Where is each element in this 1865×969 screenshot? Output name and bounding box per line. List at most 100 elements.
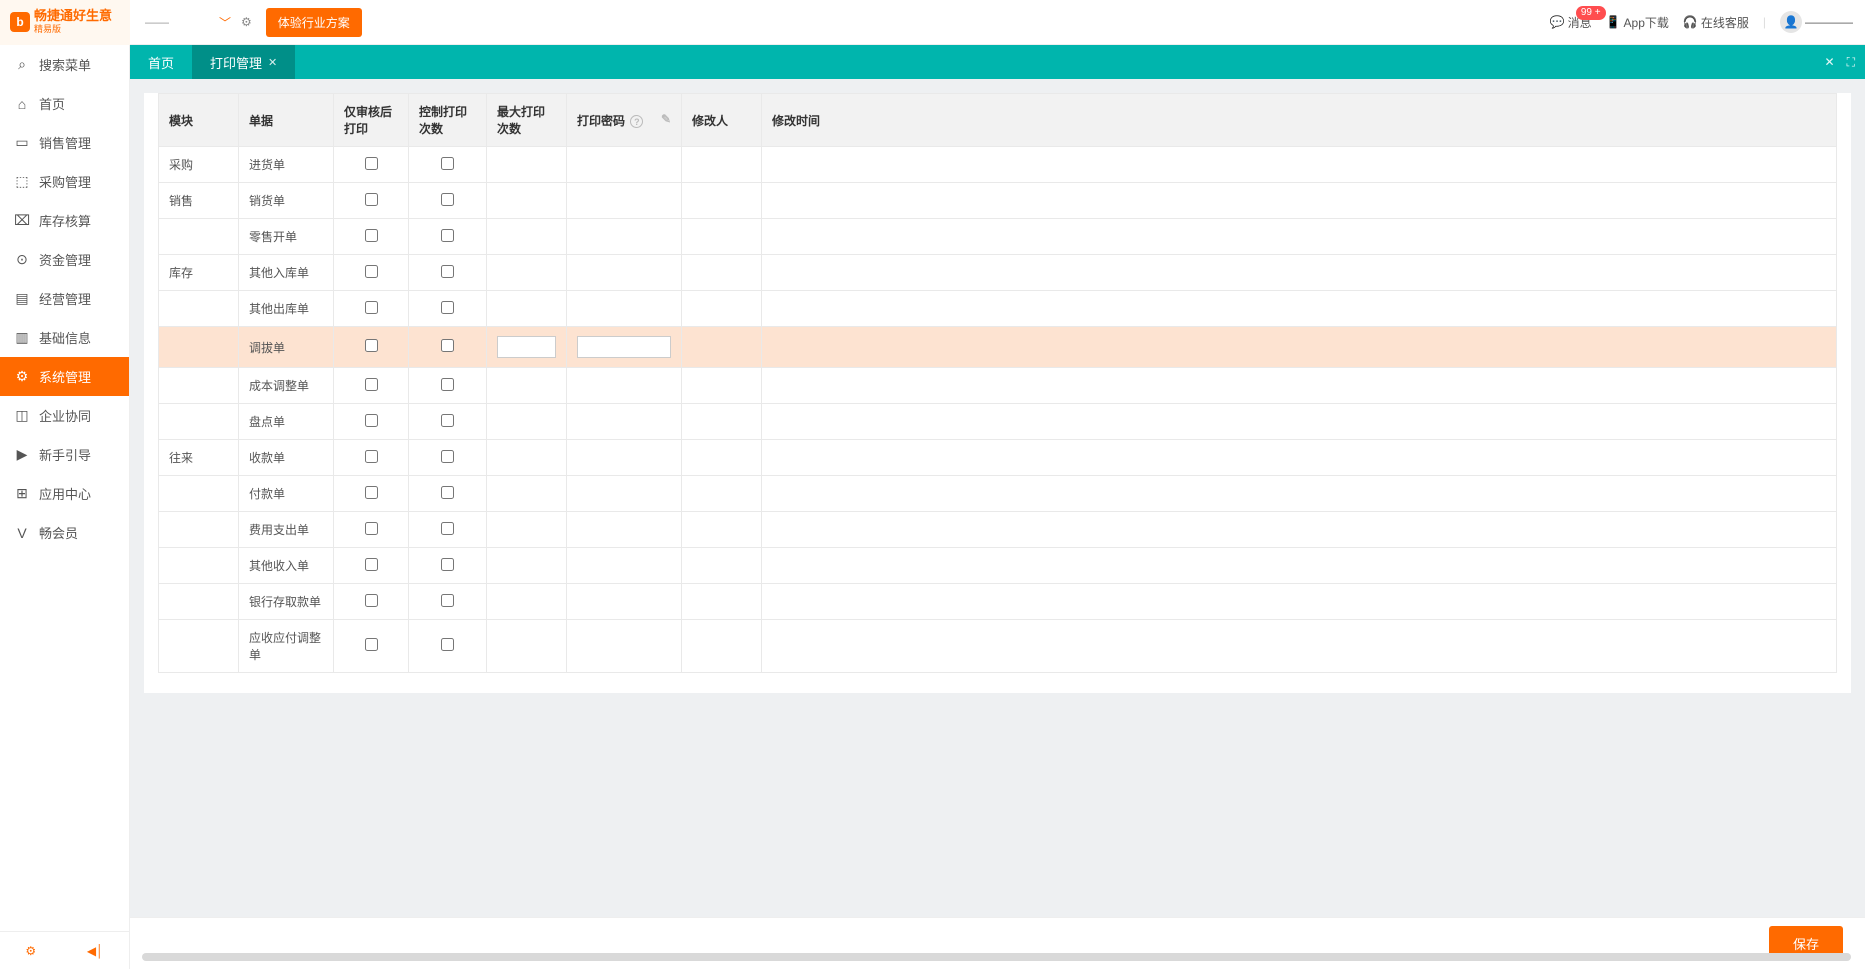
cell-max — [487, 440, 567, 476]
sidebar-item-icon: ⚙ — [14, 369, 30, 385]
ctrl-checkbox[interactable] — [441, 378, 454, 391]
user-menu[interactable]: 👤 ———— — [1780, 11, 1853, 33]
ctrl-checkbox[interactable] — [441, 558, 454, 571]
tab-0[interactable]: 首页 — [130, 45, 192, 79]
sidebar-item-3[interactable]: ⬚采购管理 — [0, 162, 129, 201]
cell-time — [762, 219, 1837, 255]
cell-ctrl — [409, 404, 487, 440]
cell-audit — [334, 291, 409, 327]
cell-audit — [334, 584, 409, 620]
cell-max — [487, 368, 567, 404]
help-icon[interactable]: ? — [630, 115, 643, 128]
print-password-input[interactable] — [577, 336, 671, 358]
sidebar-item-6[interactable]: ▤经营管理 — [0, 279, 129, 318]
cell-pwd — [567, 584, 682, 620]
ctrl-checkbox[interactable] — [441, 450, 454, 463]
audit-checkbox[interactable] — [365, 450, 378, 463]
tenant-selector[interactable]: —— ﹀ — [145, 14, 231, 31]
cell-time — [762, 404, 1837, 440]
messages-link[interactable]: 💬 消息 99 + — [1550, 14, 1592, 31]
cell-time — [762, 327, 1837, 368]
ctrl-checkbox[interactable] — [441, 265, 454, 278]
ctrl-checkbox[interactable] — [441, 229, 454, 242]
cell-time — [762, 584, 1837, 620]
sidebar-item-label: 经营管理 — [39, 289, 91, 308]
cell-time — [762, 147, 1837, 183]
ctrl-checkbox[interactable] — [441, 339, 454, 352]
sidebar-item-icon: ⊞ — [14, 486, 30, 502]
tab-close-icon[interactable]: ✕ — [268, 56, 277, 69]
audit-checkbox[interactable] — [365, 157, 378, 170]
ctrl-checkbox[interactable] — [441, 486, 454, 499]
audit-checkbox[interactable] — [365, 414, 378, 427]
sidebar-item-label: 库存核算 — [39, 211, 91, 230]
sidebar-item-11[interactable]: ⊞应用中心 — [0, 474, 129, 513]
settings-icon[interactable]: ⚙ — [241, 15, 252, 29]
cell-pwd — [567, 219, 682, 255]
sidebar-settings-icon[interactable]: ⚙ — [25, 944, 36, 958]
cell-user — [682, 476, 762, 512]
sidebar-collapse-icon[interactable]: ◀│ — [87, 944, 104, 958]
ctrl-checkbox[interactable] — [441, 594, 454, 607]
cell-audit — [334, 327, 409, 368]
cell-pwd — [567, 404, 682, 440]
audit-checkbox[interactable] — [365, 522, 378, 535]
sidebar-item-9[interactable]: ◫企业协同 — [0, 396, 129, 435]
cell-time — [762, 620, 1837, 673]
cell-module — [159, 548, 239, 584]
cell-doc: 其他出库单 — [239, 291, 334, 327]
audit-checkbox[interactable] — [365, 594, 378, 607]
sidebar-item-2[interactable]: ▭销售管理 — [0, 123, 129, 162]
sidebar-item-1[interactable]: ⌂首页 — [0, 84, 129, 123]
horizontal-scrollbar[interactable] — [142, 953, 1851, 961]
cell-time — [762, 255, 1837, 291]
ctrl-checkbox[interactable] — [441, 638, 454, 651]
cell-user — [682, 219, 762, 255]
edit-icon[interactable]: ✎ — [661, 112, 671, 126]
ctrl-checkbox[interactable] — [441, 301, 454, 314]
sidebar-footer: ⚙ ◀│ — [0, 931, 129, 969]
cell-ctrl — [409, 440, 487, 476]
audit-checkbox[interactable] — [365, 301, 378, 314]
sidebar-item-8[interactable]: ⚙系统管理 — [0, 357, 129, 396]
cell-time — [762, 368, 1837, 404]
user-name: ———— — [1805, 15, 1853, 29]
cell-time — [762, 440, 1837, 476]
audit-checkbox[interactable] — [365, 558, 378, 571]
ctrl-checkbox[interactable] — [441, 414, 454, 427]
audit-checkbox[interactable] — [365, 229, 378, 242]
tab-close-all-icon[interactable]: ✕ — [1825, 55, 1835, 69]
tab-1[interactable]: 打印管理✕ — [192, 45, 295, 79]
audit-checkbox[interactable] — [365, 339, 378, 352]
table-row: 调拔单 — [159, 327, 1837, 368]
audit-checkbox[interactable] — [365, 486, 378, 499]
ctrl-checkbox[interactable] — [441, 157, 454, 170]
try-industry-button[interactable]: 体验行业方案 — [266, 8, 362, 37]
audit-checkbox[interactable] — [365, 193, 378, 206]
audit-checkbox[interactable] — [365, 378, 378, 391]
sidebar-item-4[interactable]: ⌧库存核算 — [0, 201, 129, 240]
table-row: 成本调整单 — [159, 368, 1837, 404]
fullscreen-icon[interactable]: ⛶ — [1847, 55, 1855, 70]
cell-doc: 收款单 — [239, 440, 334, 476]
cell-max — [487, 147, 567, 183]
audit-checkbox[interactable] — [365, 638, 378, 651]
sidebar-item-10[interactable]: ▶新手引导 — [0, 435, 129, 474]
max-print-input[interactable] — [497, 336, 556, 358]
sidebar-item-0[interactable]: ⌕搜索菜单 — [0, 45, 129, 84]
th-module: 模块 — [159, 94, 239, 147]
sidebar-item-7[interactable]: ▥基础信息 — [0, 318, 129, 357]
chat-icon: 💬 — [1550, 15, 1565, 29]
app-download-link[interactable]: 📱 App下载 — [1606, 14, 1669, 31]
cell-ctrl — [409, 291, 487, 327]
sidebar-item-12[interactable]: V畅会员 — [0, 513, 129, 552]
cell-ctrl — [409, 147, 487, 183]
ctrl-checkbox[interactable] — [441, 193, 454, 206]
customer-service-link[interactable]: 🎧 在线客服 — [1683, 14, 1749, 31]
phone-icon: 📱 — [1606, 15, 1621, 29]
cell-module — [159, 404, 239, 440]
audit-checkbox[interactable] — [365, 265, 378, 278]
cell-audit — [334, 368, 409, 404]
sidebar-item-5[interactable]: ⊙资金管理 — [0, 240, 129, 279]
ctrl-checkbox[interactable] — [441, 522, 454, 535]
